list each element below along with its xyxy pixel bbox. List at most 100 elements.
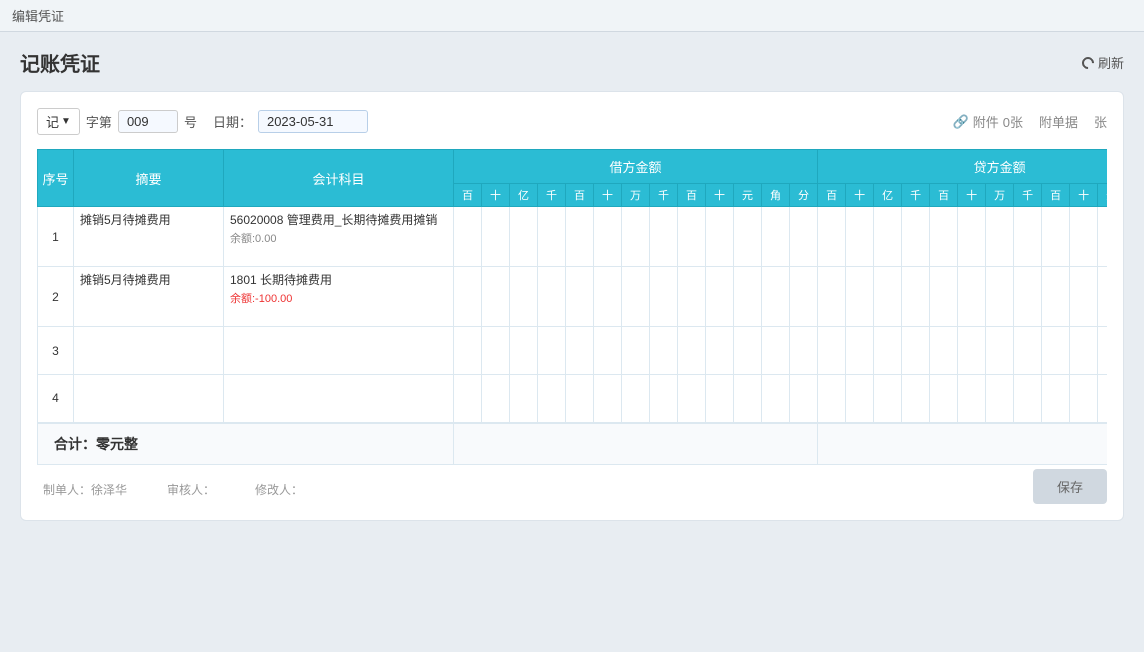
row-subject[interactable]: 1801 长期待摊费用余额:-100.00 — [224, 267, 454, 327]
debit-amount-cell[interactable] — [482, 267, 510, 327]
credit-amount-cell[interactable] — [902, 207, 930, 267]
debit-amount-cell[interactable] — [538, 327, 566, 375]
row-summary[interactable]: 摊销5月待摊费用 — [74, 267, 224, 327]
debit-amount-cell[interactable] — [622, 267, 650, 327]
debit-amount-cell[interactable] — [678, 327, 706, 375]
table-row[interactable]: 3 — [38, 327, 1108, 375]
credit-amount-cell[interactable] — [1070, 267, 1098, 327]
debit-amount-cell[interactable] — [790, 327, 818, 375]
credit-amount-cell[interactable] — [902, 267, 930, 327]
credit-amount-cell[interactable] — [1098, 327, 1107, 375]
debit-amount-cell[interactable] — [790, 267, 818, 327]
credit-amount-cell[interactable] — [874, 375, 902, 423]
row-subject[interactable] — [224, 327, 454, 375]
credit-amount-cell[interactable] — [930, 327, 958, 375]
credit-amount-cell[interactable] — [1098, 207, 1107, 267]
save-button[interactable]: 保存 — [1033, 469, 1107, 504]
debit-amount-cell[interactable] — [622, 375, 650, 423]
debit-amount-cell[interactable] — [454, 267, 482, 327]
debit-amount-cell[interactable] — [594, 327, 622, 375]
table-row[interactable]: 1摊销5月待摊费用56020008 管理费用_长期待摊费用摊销余额:0.00 — [38, 207, 1108, 267]
credit-amount-cell[interactable] — [958, 207, 986, 267]
debit-amount-cell[interactable] — [594, 267, 622, 327]
debit-amount-cell[interactable] — [454, 327, 482, 375]
type-select[interactable]: 记 ▼ — [37, 108, 80, 135]
debit-amount-cell[interactable] — [510, 267, 538, 327]
credit-amount-cell[interactable] — [818, 375, 846, 423]
row-summary[interactable] — [74, 327, 224, 375]
credit-amount-cell[interactable] — [874, 207, 902, 267]
debit-amount-cell[interactable] — [538, 375, 566, 423]
debit-amount-cell[interactable] — [678, 267, 706, 327]
credit-amount-cell[interactable] — [902, 327, 930, 375]
credit-amount-cell[interactable] — [986, 207, 1014, 267]
date-input[interactable] — [258, 110, 368, 133]
debit-amount-cell[interactable] — [790, 207, 818, 267]
table-row[interactable]: 2摊销5月待摊费用1801 长期待摊费用余额:-100.00 — [38, 267, 1108, 327]
attach-single-link[interactable]: 附单据 — [1039, 112, 1078, 131]
credit-amount-cell[interactable] — [902, 375, 930, 423]
debit-amount-cell[interactable] — [482, 327, 510, 375]
debit-amount-cell[interactable] — [622, 327, 650, 375]
debit-amount-cell[interactable] — [734, 207, 762, 267]
debit-amount-cell[interactable] — [538, 267, 566, 327]
debit-amount-cell[interactable] — [510, 375, 538, 423]
credit-amount-cell[interactable] — [986, 375, 1014, 423]
credit-amount-cell[interactable] — [818, 327, 846, 375]
debit-amount-cell[interactable] — [734, 327, 762, 375]
credit-amount-cell[interactable] — [930, 207, 958, 267]
credit-amount-cell[interactable] — [1042, 267, 1070, 327]
credit-amount-cell[interactable] — [1014, 375, 1042, 423]
debit-amount-cell[interactable] — [566, 207, 594, 267]
debit-amount-cell[interactable] — [650, 327, 678, 375]
debit-amount-cell[interactable] — [566, 267, 594, 327]
debit-amount-cell[interactable] — [622, 207, 650, 267]
debit-amount-cell[interactable] — [650, 207, 678, 267]
debit-amount-cell[interactable] — [706, 267, 734, 327]
credit-amount-cell[interactable] — [818, 207, 846, 267]
credit-amount-cell[interactable] — [846, 207, 874, 267]
debit-amount-cell[interactable] — [538, 207, 566, 267]
credit-amount-cell[interactable] — [1042, 375, 1070, 423]
debit-amount-cell[interactable] — [454, 207, 482, 267]
table-row[interactable]: 4 — [38, 375, 1108, 423]
debit-amount-cell[interactable] — [762, 327, 790, 375]
debit-amount-cell[interactable] — [482, 207, 510, 267]
credit-amount-cell[interactable] — [1070, 207, 1098, 267]
credit-amount-cell[interactable] — [930, 375, 958, 423]
row-subject[interactable]: 56020008 管理费用_长期待摊费用摊销余额:0.00 — [224, 207, 454, 267]
credit-amount-cell[interactable] — [1042, 207, 1070, 267]
credit-amount-cell[interactable] — [1098, 375, 1107, 423]
credit-amount-cell[interactable] — [986, 327, 1014, 375]
voucher-number-input[interactable] — [118, 110, 178, 133]
credit-amount-cell[interactable] — [874, 327, 902, 375]
debit-amount-cell[interactable] — [594, 207, 622, 267]
credit-amount-cell[interactable] — [986, 267, 1014, 327]
credit-amount-cell[interactable] — [846, 267, 874, 327]
debit-amount-cell[interactable] — [482, 375, 510, 423]
debit-amount-cell[interactable] — [762, 207, 790, 267]
refresh-button[interactable]: 刷新 — [1082, 53, 1124, 72]
credit-amount-cell[interactable] — [1070, 375, 1098, 423]
debit-amount-cell[interactable] — [762, 267, 790, 327]
credit-amount-cell[interactable] — [958, 375, 986, 423]
credit-amount-cell[interactable] — [874, 267, 902, 327]
debit-amount-cell[interactable] — [678, 207, 706, 267]
debit-amount-cell[interactable] — [678, 375, 706, 423]
debit-amount-cell[interactable] — [706, 327, 734, 375]
debit-amount-cell[interactable] — [594, 375, 622, 423]
credit-amount-cell[interactable] — [818, 267, 846, 327]
debit-amount-cell[interactable] — [566, 375, 594, 423]
debit-amount-cell[interactable] — [454, 375, 482, 423]
credit-amount-cell[interactable] — [1042, 327, 1070, 375]
debit-amount-cell[interactable] — [790, 375, 818, 423]
credit-amount-cell[interactable] — [1070, 327, 1098, 375]
debit-amount-cell[interactable] — [706, 375, 734, 423]
debit-amount-cell[interactable] — [706, 207, 734, 267]
credit-amount-cell[interactable] — [1014, 267, 1042, 327]
credit-amount-cell[interactable] — [1014, 327, 1042, 375]
debit-amount-cell[interactable] — [650, 267, 678, 327]
attachment-link[interactable]: 🔗 附件 0张 — [953, 112, 1023, 131]
debit-amount-cell[interactable] — [734, 267, 762, 327]
debit-amount-cell[interactable] — [566, 327, 594, 375]
